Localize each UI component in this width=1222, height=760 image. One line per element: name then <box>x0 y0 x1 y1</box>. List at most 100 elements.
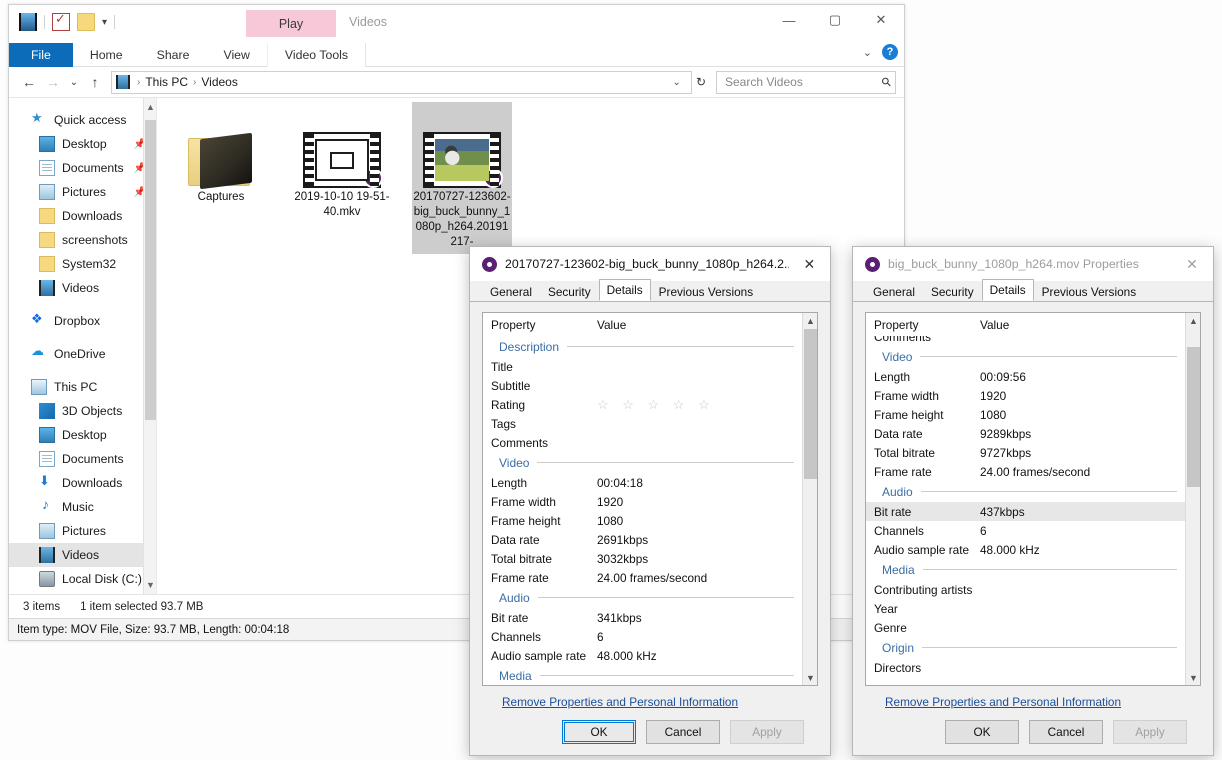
dialog1-scroll-up-icon[interactable]: ▲ <box>803 313 817 328</box>
sidebar-item-videos[interactable]: Videos <box>9 543 156 567</box>
property-row[interactable]: Data rate 9289kbps <box>866 424 1185 443</box>
dialog2-property-list[interactable]: Property Value Comments Video Length 00:09:… <box>865 312 1201 686</box>
sidebar-item-documents[interactable]: Documents 📌 <box>9 156 156 180</box>
property-row[interactable]: Data rate 2691kbps <box>483 530 802 549</box>
property-value[interactable]: 9727kbps <box>980 446 1185 460</box>
dialog1-ok-button[interactable]: OK <box>562 720 636 744</box>
dialog1-tab-general[interactable]: General <box>482 282 540 302</box>
dialog2-remove-properties-link[interactable]: Remove Properties and Personal Informati… <box>885 695 1201 709</box>
dialog2-ok-button[interactable]: OK <box>945 720 1019 744</box>
property-value[interactable]: 6 <box>980 524 1185 538</box>
sidebar-item-documents[interactable]: Documents <box>9 447 156 471</box>
property-value[interactable]: 00:04:18 <box>597 476 802 490</box>
properties-icon[interactable] <box>52 11 70 31</box>
breadcrumb-dropdown-icon[interactable]: ⌄ <box>667 77 687 88</box>
property-row[interactable]: Channels 6 <box>866 521 1185 540</box>
dialog1-tab-details[interactable]: Details <box>598 279 651 301</box>
dialog1-property-list[interactable]: Property Value Description Title Subtitle R… <box>482 312 818 686</box>
dialog2-scrollbar[interactable]: ▲ ▼ <box>1185 313 1200 685</box>
breadcrumb-this-pc[interactable]: This PC <box>142 75 191 89</box>
sidebar-item-pictures[interactable]: Pictures 📌 <box>9 180 156 204</box>
property-row[interactable]: Tags <box>483 414 802 433</box>
sidebar-item-pictures[interactable]: Pictures <box>9 519 156 543</box>
help-icon[interactable]: ? <box>882 44 898 60</box>
dialog2-tab-general[interactable]: General <box>865 282 923 302</box>
maximize-button[interactable]: ▢ <box>812 5 858 35</box>
dialog1-tab-security[interactable]: Security <box>540 282 599 302</box>
dialog1-close-button[interactable]: ✕ <box>789 248 830 280</box>
dialog2-close-button[interactable]: ✕ <box>1171 248 1213 280</box>
dialog2-scroll-up-icon[interactable]: ▲ <box>1186 313 1200 328</box>
property-value[interactable]: 2691kbps <box>597 533 802 547</box>
property-row[interactable]: Total bitrate 3032kbps <box>483 549 802 568</box>
navigation-scrollbar[interactable]: ▲ ▼ <box>143 98 156 594</box>
dialog2-scroll-thumb[interactable] <box>1187 347 1200 487</box>
list-item[interactable]: 2019-10-10 19-51-40.mkv <box>292 102 392 224</box>
property-row[interactable]: Bit rate 437kbps <box>866 502 1185 521</box>
property-row[interactable]: Frame height 1080 <box>483 511 802 530</box>
nav-scroll-thumb[interactable] <box>145 120 156 420</box>
property-row[interactable]: Length 00:09:56 <box>866 367 1185 386</box>
list-item[interactable]: 20170727-123602-big_buck_bunny_1080p_h26… <box>412 102 512 254</box>
property-row[interactable]: Frame height 1080 <box>866 405 1185 424</box>
sidebar-item-3d-objects[interactable]: 3D Objects <box>9 399 156 423</box>
dialog1-scroll-thumb[interactable] <box>804 329 817 479</box>
tab-share[interactable]: Share <box>140 43 207 67</box>
tab-video-tools[interactable]: Video Tools <box>266 43 367 67</box>
property-value[interactable]: 341kbps <box>597 611 802 625</box>
new-folder-icon[interactable] <box>77 13 95 31</box>
property-row[interactable]: Frame rate 24.00 frames/second <box>483 568 802 587</box>
sidebar-item-local-disk-c[interactable]: Local Disk (C:) <box>9 567 156 591</box>
property-row[interactable]: Title <box>483 357 802 376</box>
dialog1-tab-previous-versions[interactable]: Previous Versions <box>651 282 761 302</box>
property-row[interactable]: Comments <box>483 433 802 452</box>
sidebar-item-this-pc[interactable]: This PC <box>9 375 156 399</box>
dialog1-scroll-down-icon[interactable]: ▼ <box>803 670 817 685</box>
property-value[interactable]: 1920 <box>980 389 1185 403</box>
recent-locations-icon[interactable]: ⌄ <box>65 70 83 94</box>
nav-scroll-up-icon[interactable]: ▲ <box>144 98 156 116</box>
search-box[interactable]: ⚲ <box>716 70 896 94</box>
sidebar-item-onedrive[interactable]: OneDrive <box>9 342 156 366</box>
property-value[interactable]: 3032kbps <box>597 552 802 566</box>
property-value[interactable]: 437kbps <box>980 505 1185 519</box>
property-value[interactable]: 48.000 kHz <box>980 543 1185 557</box>
sidebar-item-system32[interactable]: System32 <box>9 252 156 276</box>
property-value[interactable]: 1080 <box>597 514 802 528</box>
property-row[interactable]: Directors <box>866 658 1185 677</box>
property-value[interactable]: 6 <box>597 630 802 644</box>
property-row[interactable]: Audio sample rate 48.000 kHz <box>866 540 1185 559</box>
property-row[interactable]: Channels 6 <box>483 627 802 646</box>
breadcrumb[interactable]: › This PC › Videos ⌄ <box>111 70 692 94</box>
minimize-button[interactable]: — <box>766 5 812 35</box>
up-button[interactable]: ↑ <box>83 70 107 94</box>
property-row[interactable]: Frame rate 24.00 frames/second <box>866 462 1185 481</box>
sidebar-item-desktop[interactable]: Desktop <box>9 423 156 447</box>
search-input[interactable] <box>723 74 882 90</box>
close-button[interactable]: ✕ <box>858 5 904 35</box>
sidebar-item-dropbox[interactable]: Dropbox <box>9 309 156 333</box>
property-value[interactable]: 24.00 frames/second <box>597 571 802 585</box>
tab-view[interactable]: View <box>206 43 266 67</box>
dialog2-tab-previous-versions[interactable]: Previous Versions <box>1034 282 1144 302</box>
sidebar-item-local-disk-d[interactable]: Local Disk (D:) <box>9 591 156 594</box>
breadcrumb-videos[interactable]: Videos <box>198 75 240 89</box>
customize-qat-icon[interactable]: ▾ <box>102 17 107 28</box>
property-row[interactable]: Genre <box>866 618 1185 637</box>
properties-dialog-big-buck-bunny[interactable]: big_buck_bunny_1080p_h264.mov Properties… <box>852 246 1214 756</box>
property-row[interactable]: Subtitle <box>483 376 802 395</box>
dialog1-scrollbar[interactable]: ▲ ▼ <box>802 313 817 685</box>
property-row[interactable]: Total bitrate 9727kbps <box>866 443 1185 462</box>
dialog1-cancel-button[interactable]: Cancel <box>646 720 720 744</box>
property-row[interactable]: Year <box>866 599 1185 618</box>
property-row[interactable]: Frame width 1920 <box>483 492 802 511</box>
dialog2-cancel-button[interactable]: Cancel <box>1029 720 1103 744</box>
back-button[interactable]: ← <box>17 70 41 94</box>
sidebar-item-screenshots[interactable]: screenshots <box>9 228 156 252</box>
dialog1-remove-properties-link[interactable]: Remove Properties and Personal Informati… <box>502 695 818 709</box>
sidebar-item-quick-access[interactable]: Quick access <box>9 108 156 132</box>
collapse-ribbon-icon[interactable]: ⌄ <box>863 46 872 59</box>
contextual-tab-play[interactable]: Play <box>246 10 336 37</box>
tab-home[interactable]: Home <box>73 43 140 67</box>
property-row[interactable]: Audio sample rate 48.000 kHz <box>483 646 802 665</box>
